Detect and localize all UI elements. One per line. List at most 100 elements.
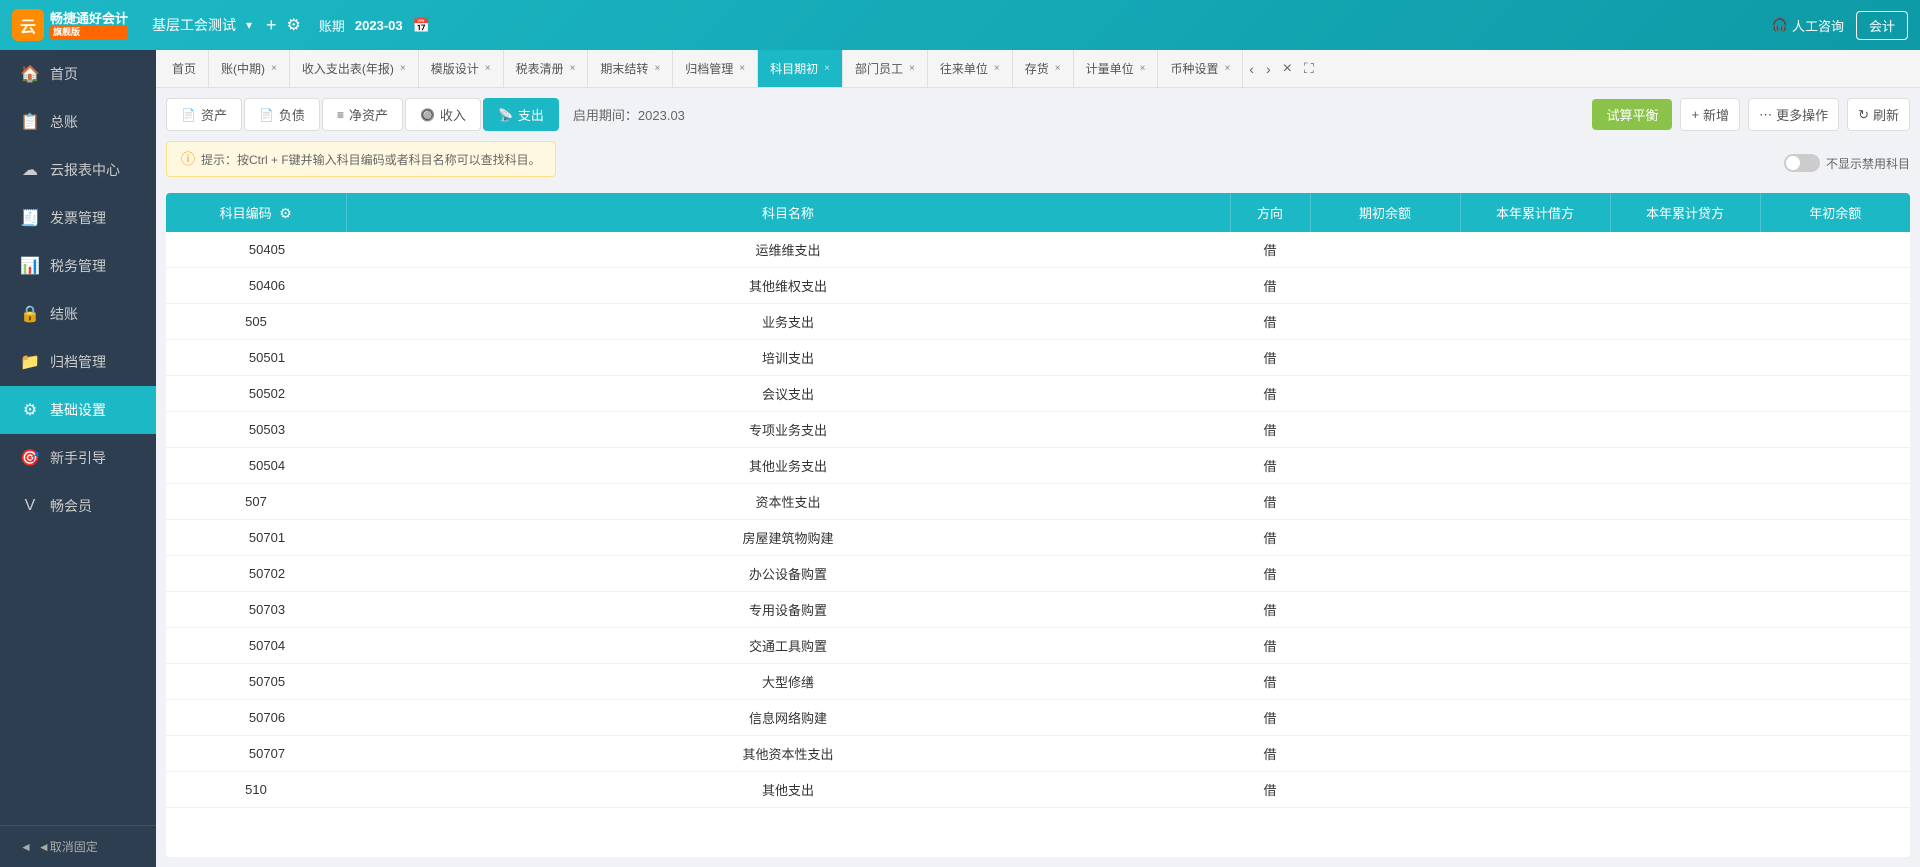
asset-icon: 📄 [181, 108, 196, 122]
tab-annual[interactable]: 收入支出表(年报) × [290, 50, 419, 88]
tab-subject-init-close[interactable]: × [824, 63, 830, 74]
tab-home[interactable]: 首页 [160, 50, 209, 88]
tab-inventory[interactable]: 存货 × [1013, 50, 1074, 88]
table-row[interactable]: 50701房屋建筑物购建借 [166, 520, 1910, 556]
sidebar-item-tax[interactable]: 📊 税务管理 [0, 242, 156, 290]
tab-period-end-close[interactable]: × [654, 63, 660, 74]
collapse-label: ◄取消固定 [38, 838, 98, 855]
tab-nav-next[interactable]: › [1260, 50, 1277, 88]
tab-partner-close[interactable]: × [994, 63, 1000, 74]
collapse-icon: ◄ [20, 840, 32, 854]
tab-expand[interactable]: ⛶ [1298, 50, 1320, 88]
balance-button[interactable]: 试算平衡 [1592, 99, 1672, 130]
sub-tab-equity[interactable]: ≡ 净资产 [322, 98, 403, 131]
cell-debit [1460, 340, 1610, 376]
tab-archive[interactable]: 归档管理 × [673, 50, 758, 88]
table-row[interactable]: 50705大型修缮借 [166, 664, 1910, 700]
tab-tax-close[interactable]: × [570, 63, 576, 74]
sidebar-item-checkout[interactable]: 🔒 结账 [0, 290, 156, 338]
table-row[interactable]: 50406其他维权支出借 [166, 268, 1910, 304]
sidebar-item-guide[interactable]: 🎯 新手引导 [0, 434, 156, 482]
sidebar-label-invoice: 发票管理 [50, 208, 106, 228]
tab-currency-close[interactable]: × [1224, 63, 1230, 74]
header-right: 🎧 人工咨询 会计 [1772, 11, 1908, 40]
add-button[interactable]: + 新增 [1680, 98, 1740, 131]
cell-year-balance [1760, 340, 1910, 376]
tab-unit[interactable]: 计量单位 × [1074, 50, 1159, 88]
cell-balance [1310, 664, 1460, 700]
tab-subject-init[interactable]: 科目期初 × [758, 50, 843, 88]
table-row[interactable]: 50707其他资本性支出借 [166, 736, 1910, 772]
sidebar-label-reports: 云报表中心 [50, 160, 120, 180]
table-row[interactable]: 50503专项业务支出借 [166, 412, 1910, 448]
table-row[interactable]: 50704交通工具购置借 [166, 628, 1910, 664]
table-row[interactable]: 507资本性支出借 [166, 484, 1910, 520]
settings-icon[interactable]: ⚙ [287, 15, 301, 35]
cell-debit [1460, 556, 1610, 592]
tab-dept-close[interactable]: × [909, 63, 915, 74]
sidebar-item-invoice[interactable]: 🧾 发票管理 [0, 194, 156, 242]
tab-tax[interactable]: 税表清册 × [504, 50, 589, 88]
sub-tab-income[interactable]: 🔘 收入 [405, 98, 481, 131]
cell-balance [1310, 232, 1460, 268]
support-button[interactable]: 🎧 人工咨询 [1772, 16, 1844, 35]
sidebar-item-member[interactable]: V 畅会员 [0, 482, 156, 530]
table-row[interactable]: 505业务支出借 [166, 304, 1910, 340]
sidebar-item-settings[interactable]: ⚙ 基础设置 [0, 386, 156, 434]
table-row[interactable]: 50703专用设备购置借 [166, 592, 1910, 628]
cell-balance [1310, 628, 1460, 664]
cell-year-balance [1760, 376, 1910, 412]
tab-archive-close[interactable]: × [739, 63, 745, 74]
account-button[interactable]: 会计 [1856, 11, 1908, 40]
table-row[interactable]: 50501培训支出借 [166, 340, 1910, 376]
cell-year-balance [1760, 304, 1910, 340]
col-header-name: 科目名称 [346, 193, 1230, 232]
col-header-debit: 本年累计借方 [1460, 193, 1610, 232]
sidebar-collapse-button[interactable]: ◄ ◄取消固定 [0, 825, 156, 867]
company-dropdown-icon[interactable]: ▾ [246, 18, 252, 32]
cell-balance [1310, 304, 1460, 340]
sidebar-item-archive[interactable]: 📁 归档管理 [0, 338, 156, 386]
tab-nav-prev[interactable]: ‹ [1243, 50, 1260, 88]
lock-icon: 🔒 [20, 304, 40, 324]
sidebar-item-reports[interactable]: ☁ 云报表中心 [0, 146, 156, 194]
cell-code: 505 [166, 304, 346, 340]
tab-template[interactable]: 模版设计 × [419, 50, 504, 88]
tab-template-close[interactable]: × [485, 63, 491, 74]
tab-currency[interactable]: 币种设置 × [1158, 50, 1243, 88]
table-row[interactable]: 50504其他业务支出借 [166, 448, 1910, 484]
tab-period-close[interactable]: × [271, 63, 277, 74]
table-wrapper[interactable]: 科目编码 ⚙ 科目名称 方向 期初余额 本年累计借方 本年累计贷方 年初余额 [166, 193, 1910, 857]
guide-icon: 🎯 [20, 448, 40, 468]
tab-period[interactable]: 账(中期) × [209, 50, 290, 88]
sidebar-item-home[interactable]: 🏠 首页 [0, 50, 156, 98]
cell-dir: 借 [1230, 304, 1310, 340]
more-button[interactable]: ⋯ 更多操作 [1748, 98, 1839, 131]
table-row[interactable]: 50405运维维支出借 [166, 232, 1910, 268]
table-row[interactable]: 510其他支出借 [166, 772, 1910, 808]
sub-tab-expense[interactable]: 📡 支出 [483, 98, 559, 131]
tab-partner[interactable]: 往来单位 × [928, 50, 1013, 88]
cell-name: 房屋建筑物购建 [346, 520, 1230, 556]
refresh-button[interactable]: ↻ 刷新 [1847, 98, 1910, 131]
headset-icon: 🎧 [1772, 17, 1788, 33]
tab-period-end[interactable]: 期末结转 × [588, 50, 673, 88]
main-layout: 🏠 首页 📋 总账 ☁ 云报表中心 🧾 发票管理 📊 税务管理 🔒 结账 📁 归… [0, 50, 1920, 867]
tab-annual-close[interactable]: × [400, 63, 406, 74]
table-row[interactable]: 50702办公设备购置借 [166, 556, 1910, 592]
table-row[interactable]: 50502会议支出借 [166, 376, 1910, 412]
tab-unit-close[interactable]: × [1140, 63, 1146, 74]
tab-inventory-close[interactable]: × [1055, 63, 1061, 74]
add-company-icon[interactable]: + [266, 15, 277, 36]
toggle-disabled-switch[interactable] [1784, 154, 1820, 172]
table-row[interactable]: 50706信息网络购建借 [166, 700, 1910, 736]
sub-tab-asset[interactable]: 📄 资产 [166, 98, 242, 131]
column-settings-icon[interactable]: ⚙ [279, 205, 292, 221]
sub-tab-liability[interactable]: 📄 负债 [244, 98, 320, 131]
calendar-icon[interactable]: 📅 [413, 17, 430, 34]
tab-dept[interactable]: 部门员工 × [843, 50, 928, 88]
cell-dir: 借 [1230, 448, 1310, 484]
cell-code: 50702 [166, 556, 346, 592]
sidebar-item-ledger[interactable]: 📋 总账 [0, 98, 156, 146]
tab-close-all[interactable]: × [1277, 50, 1298, 88]
